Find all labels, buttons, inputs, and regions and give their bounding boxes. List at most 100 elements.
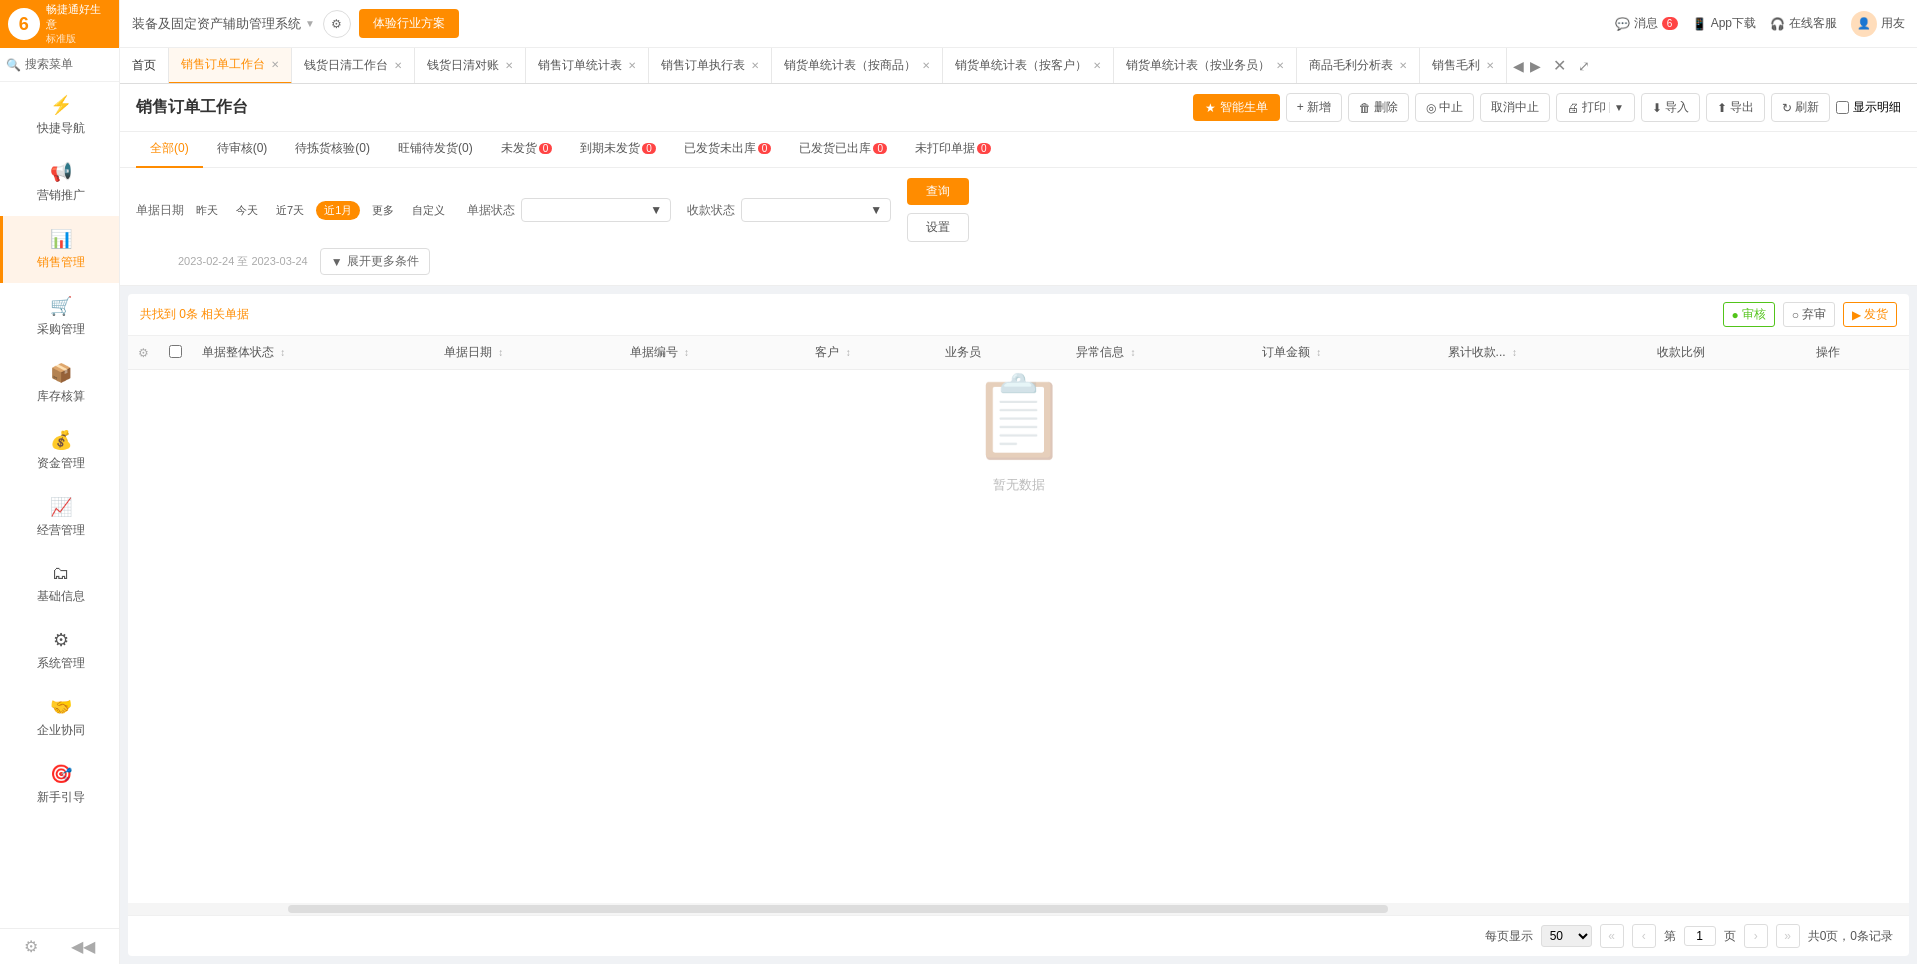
sidebar-item-quick-nav[interactable]: ⚡ 快捷导航 <box>0 82 119 149</box>
app-download-btn[interactable]: 📱 App下载 <box>1692 15 1756 32</box>
tab-sales-workbench[interactable]: 销售订单工作台 ✕ <box>169 48 292 84</box>
show-detail-checkbox-label[interactable]: 显示明细 <box>1836 99 1901 116</box>
smart-create-button[interactable]: ★ 智能生单 <box>1193 94 1280 121</box>
filter-tab-pending-review[interactable]: 待审核(0) <box>203 132 282 168</box>
query-button[interactable]: 查询 <box>907 178 969 205</box>
tab-close-sales-stat-customer[interactable]: ✕ <box>1093 60 1101 71</box>
sort-collected-icon[interactable]: ↕ <box>1512 347 1517 358</box>
online-service-btn[interactable]: 🎧 在线客服 <box>1770 15 1837 32</box>
tab-close-sales-stat-staff[interactable]: ✕ <box>1276 60 1284 71</box>
filter-tab-all[interactable]: 全部(0) <box>136 132 203 168</box>
tab-close-sales-profit[interactable]: ✕ <box>1486 60 1494 71</box>
sidebar-item-purchase-mgmt[interactable]: 🛒 采购管理 <box>0 283 119 350</box>
stop-button[interactable]: ◎ 中止 <box>1415 93 1474 122</box>
date-btn-1month[interactable]: 近1月 <box>316 201 360 220</box>
filter-tab-shipped-not-warehoused[interactable]: 已发货未出库 0 <box>670 132 786 168</box>
sort-abnormal-icon[interactable]: ↕ <box>1130 347 1135 358</box>
settings-gear-icon[interactable]: ⚙ <box>24 937 38 956</box>
collapse-sidebar-icon[interactable]: ◀◀ <box>71 937 95 956</box>
tab-sales-stat-customer[interactable]: 销货单统计表（按客户） ✕ <box>943 48 1114 84</box>
date-btn-custom[interactable]: 自定义 <box>406 201 451 220</box>
expand-conditions-btn[interactable]: ▼ 展开更多条件 <box>320 248 430 275</box>
tabbar-next-arrow[interactable]: ▶ <box>1528 56 1543 76</box>
import-button[interactable]: ⬇ 导入 <box>1641 93 1700 122</box>
messages-btn[interactable]: 💬 消息 6 <box>1615 15 1678 32</box>
payment-filter-select[interactable]: ▼ <box>741 198 891 222</box>
col-checkbox[interactable] <box>159 336 192 370</box>
filter-tab-expired-not-shipped[interactable]: 到期未发货 0 <box>566 132 670 168</box>
filter-settings-button[interactable]: 设置 <box>907 213 969 242</box>
tabbar-close-all[interactable]: ✕ <box>1547 56 1572 75</box>
print-dropdown-arrow[interactable]: ▼ <box>1609 102 1624 113</box>
page-number-input[interactable] <box>1684 926 1716 946</box>
tab-sales-stat-product[interactable]: 销货单统计表（按商品） ✕ <box>772 48 943 84</box>
abandon-review-action-btn[interactable]: ○ 弃审 <box>1783 302 1835 327</box>
system-title-dropdown[interactable]: 装备及固定资产辅助管理系统 ▼ <box>132 15 315 33</box>
review-action-btn[interactable]: ● 审核 <box>1723 302 1775 327</box>
print-button[interactable]: 🖨 打印 ▼ <box>1556 93 1635 122</box>
sort-amount-icon[interactable]: ↕ <box>1316 347 1321 358</box>
tab-close-sales-stat-product[interactable]: ✕ <box>922 60 930 71</box>
date-btn-more[interactable]: 更多 <box>366 201 400 220</box>
sidebar-item-sys-mgmt[interactable]: ⚙ 系统管理 <box>0 617 119 684</box>
tab-close-product-margin[interactable]: ✕ <box>1399 60 1407 71</box>
tabbar-expand-btn[interactable]: ⤢ <box>1572 58 1596 74</box>
tab-cash-daily[interactable]: 钱货日清工作台 ✕ <box>292 48 415 84</box>
sidebar-item-inventory[interactable]: 📦 库存核算 <box>0 350 119 417</box>
sidebar-item-enterprise[interactable]: 🤝 企业协同 <box>0 684 119 751</box>
tab-home[interactable]: 首页 <box>120 48 169 84</box>
tab-close-cash-daily[interactable]: ✕ <box>394 60 402 71</box>
tab-close-sales-exec[interactable]: ✕ <box>751 60 759 71</box>
filter-tab-not-printed[interactable]: 未打印单据 0 <box>901 132 1005 168</box>
table-scroll-container[interactable]: ⚙ 单据整体状态 ↕ 单据日期 ↕ 单据编号 <box>128 336 1909 903</box>
add-button[interactable]: + 新增 <box>1286 93 1342 122</box>
cancel-stop-button[interactable]: 取消中止 <box>1480 93 1550 122</box>
sort-number-icon[interactable]: ↕ <box>684 347 689 358</box>
tab-cash-reconcile[interactable]: 钱货日清对账 ✕ <box>415 48 526 84</box>
sort-customer-icon[interactable]: ↕ <box>846 347 851 358</box>
tab-product-margin[interactable]: 商品毛利分析表 ✕ <box>1297 48 1420 84</box>
user-profile-btn[interactable]: 👤 用友 <box>1851 11 1905 37</box>
horizontal-scrollbar[interactable] <box>128 903 1909 915</box>
industry-solution-button[interactable]: 体验行业方案 <box>359 9 459 38</box>
tab-sales-exec[interactable]: 销售订单执行表 ✕ <box>649 48 772 84</box>
sidebar-item-operations[interactable]: 📈 经营管理 <box>0 484 119 551</box>
topbar-settings-btn[interactable]: ⚙ <box>323 10 351 38</box>
tab-sales-profit[interactable]: 销售毛利 ✕ <box>1420 48 1507 84</box>
search-menu[interactable]: 🔍 搜索菜单 <box>0 48 119 82</box>
last-page-btn[interactable]: » <box>1776 924 1800 948</box>
show-detail-checkbox[interactable] <box>1836 101 1849 114</box>
filter-tab-shipped-warehoused[interactable]: 已发货已出库 0 <box>785 132 901 168</box>
tab-close-sales-workbench[interactable]: ✕ <box>271 59 279 70</box>
export-button[interactable]: ⬆ 导出 <box>1706 93 1765 122</box>
sidebar-item-sales-mgmt[interactable]: 📊 销售管理 <box>0 216 119 283</box>
delete-button[interactable]: 🗑 删除 <box>1348 93 1409 122</box>
tabbar-prev-arrow[interactable]: ◀ <box>1511 56 1526 76</box>
status-filter-select[interactable]: ▼ <box>521 198 671 222</box>
col-settings[interactable]: ⚙ <box>128 336 159 370</box>
first-page-btn[interactable]: « <box>1600 924 1624 948</box>
filter-tab-not-shipped[interactable]: 未发货 0 <box>487 132 567 168</box>
sort-status-icon[interactable]: ↕ <box>280 347 285 358</box>
page-size-select[interactable]: 50 10 20 100 <box>1541 925 1592 947</box>
tab-sales-stat1[interactable]: 销售订单统计表 ✕ <box>526 48 649 84</box>
tab-close-sales-stat1[interactable]: ✕ <box>628 60 636 71</box>
prev-page-btn[interactable]: ‹ <box>1632 924 1656 948</box>
filter-tab-pending-check[interactable]: 待拣货核验(0) <box>281 132 384 168</box>
scrollbar-thumb[interactable] <box>288 905 1388 913</box>
sidebar-item-base-info[interactable]: 🗂 基础信息 <box>0 551 119 617</box>
sidebar-item-guide[interactable]: 🎯 新手引导 <box>0 751 119 818</box>
sidebar-item-finance[interactable]: 💰 资金管理 <box>0 417 119 484</box>
tab-sales-stat-staff[interactable]: 销货单统计表（按业务员） ✕ <box>1114 48 1297 84</box>
date-btn-today[interactable]: 今天 <box>230 201 264 220</box>
filter-tab-wangpu[interactable]: 旺铺待发货(0) <box>384 132 487 168</box>
refresh-button[interactable]: ↻ 刷新 <box>1771 93 1830 122</box>
sort-date-icon[interactable]: ↕ <box>498 347 503 358</box>
date-btn-yesterday[interactable]: 昨天 <box>190 201 224 220</box>
select-all-checkbox[interactable] <box>169 345 182 358</box>
ship-action-btn[interactable]: ▶ 发货 <box>1843 302 1897 327</box>
date-btn-7days[interactable]: 近7天 <box>270 201 310 220</box>
tab-close-cash-reconcile[interactable]: ✕ <box>505 60 513 71</box>
sidebar-item-marketing[interactable]: 📢 营销推广 <box>0 149 119 216</box>
next-page-btn[interactable]: › <box>1744 924 1768 948</box>
